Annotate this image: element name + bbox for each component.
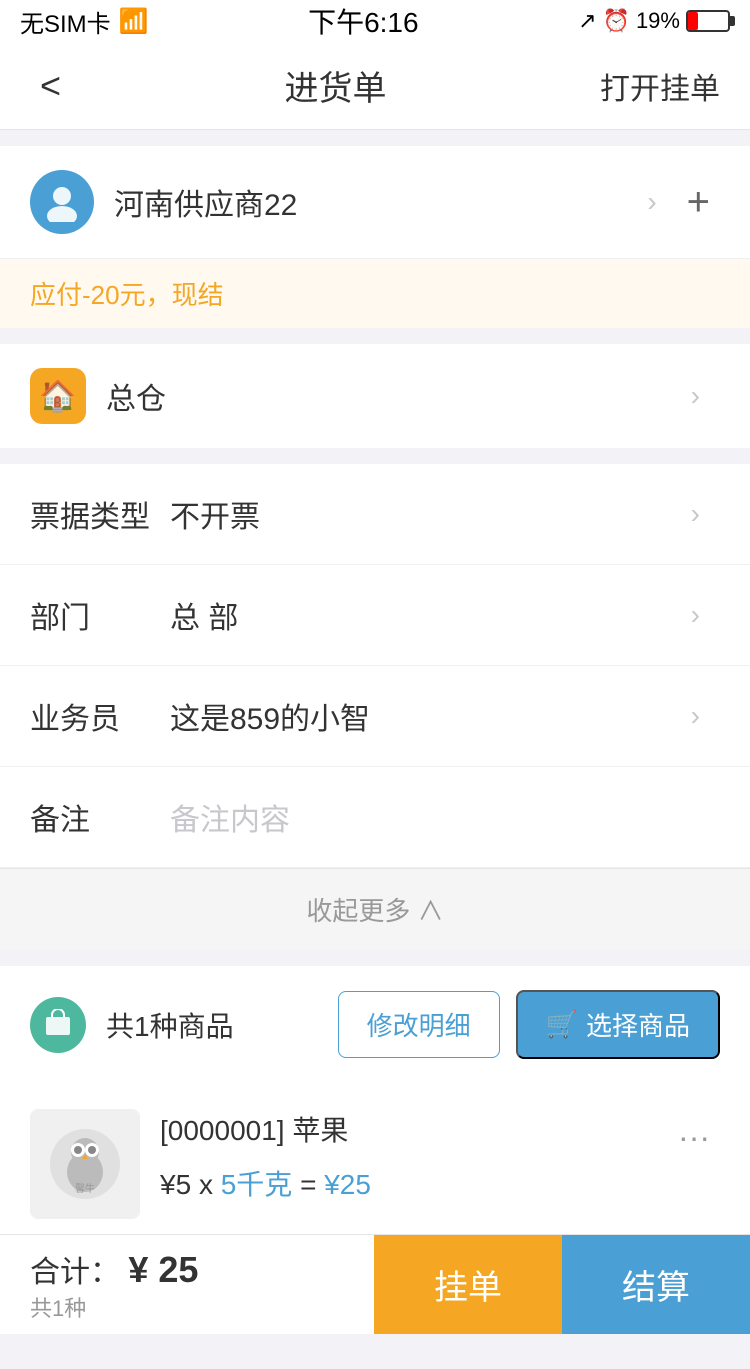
add-supplier-button[interactable]: + (677, 180, 720, 225)
product-name-text: 苹果 (292, 1115, 348, 1146)
department-chevron-icon: › (691, 599, 700, 631)
select-product-icon: 🛒 (546, 1009, 578, 1040)
wifi-icon: 📶 (119, 7, 149, 36)
page-title: 进货单 (285, 61, 387, 110)
nav-bar: < 进货单 打开挂单 (0, 42, 750, 130)
warehouse-row[interactable]: 🏠 总仓 › (0, 344, 750, 448)
invoice-value: 不开票 (150, 492, 691, 536)
total-label: 合计： (30, 1256, 120, 1289)
collapse-bar[interactable]: 收起更多 ∧ (0, 868, 750, 950)
product-item: 馨牛 [0000001] 苹果 ¥5 x 5千克 = ¥25 ··· (0, 1085, 750, 1243)
supplier-name: 河南供应商22 (114, 180, 647, 224)
select-product-button[interactable]: 🛒 选择商品 (516, 990, 720, 1059)
supplier-card: 河南供应商22 › + 应付-20元，现结 (0, 146, 750, 328)
status-bar: 无SIM卡 📶 下午6:16 ↗ ⏰ 19% (0, 0, 750, 42)
settle-button[interactable]: 结算 (562, 1235, 750, 1334)
department-row[interactable]: 部门 总 部 › (0, 565, 750, 666)
product-more-button[interactable]: ··· (668, 1109, 720, 1166)
alarm-icon: ⏰ (603, 8, 630, 34)
supplier-avatar (30, 170, 94, 234)
warehouse-name: 总仓 (106, 374, 691, 418)
warehouse-card: 🏠 总仓 › (0, 344, 750, 448)
warehouse-chevron-icon: › (691, 380, 700, 412)
salesperson-row[interactable]: 业务员 这是859的小智 › (0, 666, 750, 767)
footer: 合计： ¥ 25 共1种 挂单 结算 (0, 1234, 750, 1334)
edit-details-button[interactable]: 修改明细 (338, 991, 500, 1058)
back-button[interactable]: < (30, 55, 71, 117)
warning-banner: 应付-20元，现结 (0, 259, 750, 328)
svg-text:馨牛: 馨牛 (75, 1182, 95, 1195)
product-thumbnail: 馨牛 (30, 1109, 140, 1219)
status-time: 下午6:16 (308, 1, 419, 41)
open-hang-button[interactable]: 打开挂单 (600, 64, 720, 108)
remark-row[interactable]: 备注 备注内容 (0, 767, 750, 868)
product-multiply: x (199, 1169, 221, 1200)
invoice-label: 票据类型 (30, 492, 150, 536)
invoice-row[interactable]: 票据类型 不开票 › (0, 464, 750, 565)
product-info: [0000001] 苹果 ¥5 x 5千克 = ¥25 (160, 1109, 668, 1203)
total-amount: ¥ 25 (128, 1249, 198, 1290)
main-content: 河南供应商22 › + 应付-20元，现结 🏠 总仓 › 票据类型 不开票 › … (0, 146, 750, 1369)
product-total: ¥25 (324, 1169, 371, 1200)
carrier-text: 无SIM卡 (20, 4, 111, 39)
department-label: 部门 (30, 593, 150, 637)
invoice-chevron-icon: › (691, 498, 700, 530)
products-count: 共1种商品 (106, 1005, 338, 1045)
battery-percentage: 19% (636, 8, 680, 34)
salesperson-chevron-icon: › (691, 700, 700, 732)
hang-button[interactable]: 挂单 (374, 1235, 562, 1334)
status-left: 无SIM卡 📶 (20, 4, 149, 39)
salesperson-value: 这是859的小智 (150, 694, 691, 738)
salesperson-label: 业务员 (30, 694, 150, 738)
status-right: ↗ ⏰ 19% (578, 8, 730, 34)
products-card: 共1种商品 修改明细 🛒 选择商品 (0, 966, 750, 1243)
select-product-label: 选择商品 (586, 1006, 690, 1043)
total-main: 合计： ¥ 25 (30, 1247, 344, 1291)
warehouse-icon: 🏠 (30, 368, 86, 424)
supplier-row[interactable]: 河南供应商22 › + (0, 146, 750, 259)
products-header: 共1种商品 修改明细 🛒 选择商品 (0, 966, 750, 1083)
department-value: 总 部 (150, 593, 691, 637)
product-code: [0000001] (160, 1115, 285, 1146)
product-unit-price: ¥5 (160, 1169, 191, 1200)
products-icon (30, 997, 86, 1053)
product-equals: = (300, 1169, 324, 1200)
remark-label: 备注 (30, 795, 150, 839)
product-price: ¥5 x 5千克 = ¥25 (160, 1163, 668, 1203)
total-sub: 共1种 (30, 1291, 344, 1323)
form-card: 票据类型 不开票 › 部门 总 部 › 业务员 这是859的小智 › 备注 备注… (0, 464, 750, 950)
battery-icon (686, 10, 730, 32)
product-quantity: 5千克 (221, 1169, 293, 1200)
supplier-chevron-icon: › (647, 186, 656, 218)
product-name: [0000001] 苹果 (160, 1109, 668, 1149)
remark-input[interactable]: 备注内容 (150, 795, 720, 839)
footer-total: 合计： ¥ 25 共1种 (0, 1235, 374, 1334)
location-icon: ↗ (578, 8, 596, 34)
